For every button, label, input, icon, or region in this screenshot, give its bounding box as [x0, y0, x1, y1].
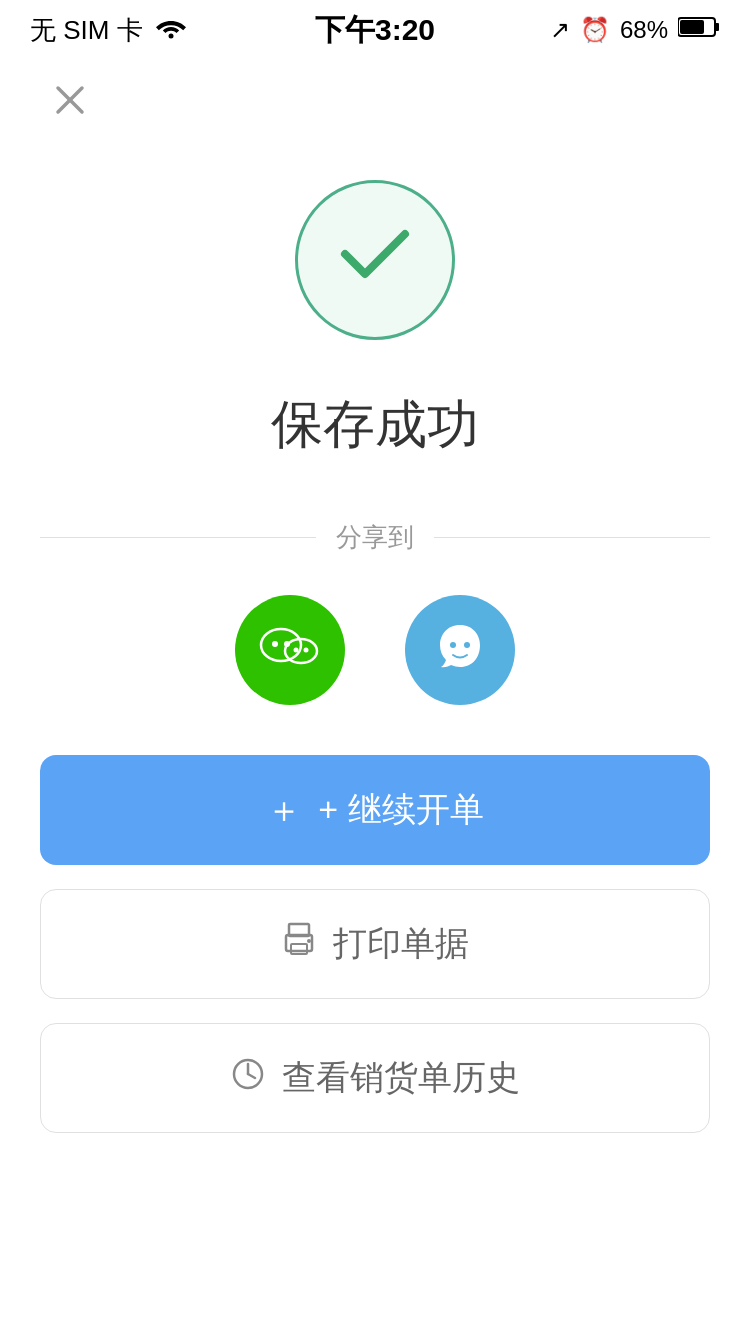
printer-icon — [281, 922, 317, 967]
svg-point-8 — [272, 641, 278, 647]
main-content: 保存成功 分享到 — [0, 60, 750, 1133]
svg-rect-3 — [680, 20, 704, 34]
plus-icon: ＋ — [266, 786, 302, 835]
location-icon: ↗ — [550, 16, 570, 44]
svg-point-17 — [307, 939, 311, 943]
status-time: 下午3:20 — [315, 10, 435, 51]
svg-line-20 — [248, 1074, 255, 1078]
status-right: ↗ ⏰ 68% — [550, 16, 720, 44]
svg-rect-2 — [715, 23, 719, 31]
success-circle — [295, 180, 455, 340]
share-icons — [40, 595, 710, 705]
history-button[interactable]: 查看销货单历史 — [40, 1023, 710, 1133]
svg-point-10 — [294, 648, 299, 653]
clock-icon — [230, 1056, 266, 1101]
close-button[interactable] — [40, 70, 100, 130]
wifi-icon — [155, 15, 187, 46]
divider-line-right — [434, 537, 710, 538]
continue-button[interactable]: ＋ + 继续开单 — [40, 755, 710, 865]
status-bar: 无 SIM 卡 下午3:20 ↗ ⏰ 68% — [0, 0, 750, 60]
success-title: 保存成功 — [271, 390, 479, 460]
qq-share-button[interactable] — [405, 595, 515, 705]
svg-point-9 — [284, 641, 290, 647]
continue-label: + 继续开单 — [318, 787, 483, 833]
svg-point-0 — [168, 33, 173, 38]
share-label: 分享到 — [336, 520, 414, 555]
print-button[interactable]: 打印单据 — [40, 889, 710, 999]
svg-point-13 — [464, 642, 470, 648]
action-buttons: ＋ + 继续开单 打印单据 — [0, 755, 750, 1133]
no-sim-text: 无 SIM 卡 — [30, 13, 143, 48]
wechat-share-button[interactable] — [235, 595, 345, 705]
svg-rect-16 — [291, 944, 307, 954]
battery-percent: 68% — [620, 16, 668, 44]
print-label: 打印单据 — [333, 921, 469, 967]
history-label: 查看销货单历史 — [282, 1055, 520, 1101]
svg-point-12 — [450, 642, 456, 648]
svg-point-11 — [304, 648, 309, 653]
battery-icon — [678, 16, 720, 44]
check-icon — [330, 209, 420, 312]
share-divider: 分享到 — [40, 520, 710, 555]
share-section: 分享到 — [0, 520, 750, 705]
alarm-icon: ⏰ — [580, 16, 610, 44]
status-left: 无 SIM 卡 — [30, 13, 187, 48]
divider-line-left — [40, 537, 316, 538]
svg-point-6 — [261, 629, 301, 661]
